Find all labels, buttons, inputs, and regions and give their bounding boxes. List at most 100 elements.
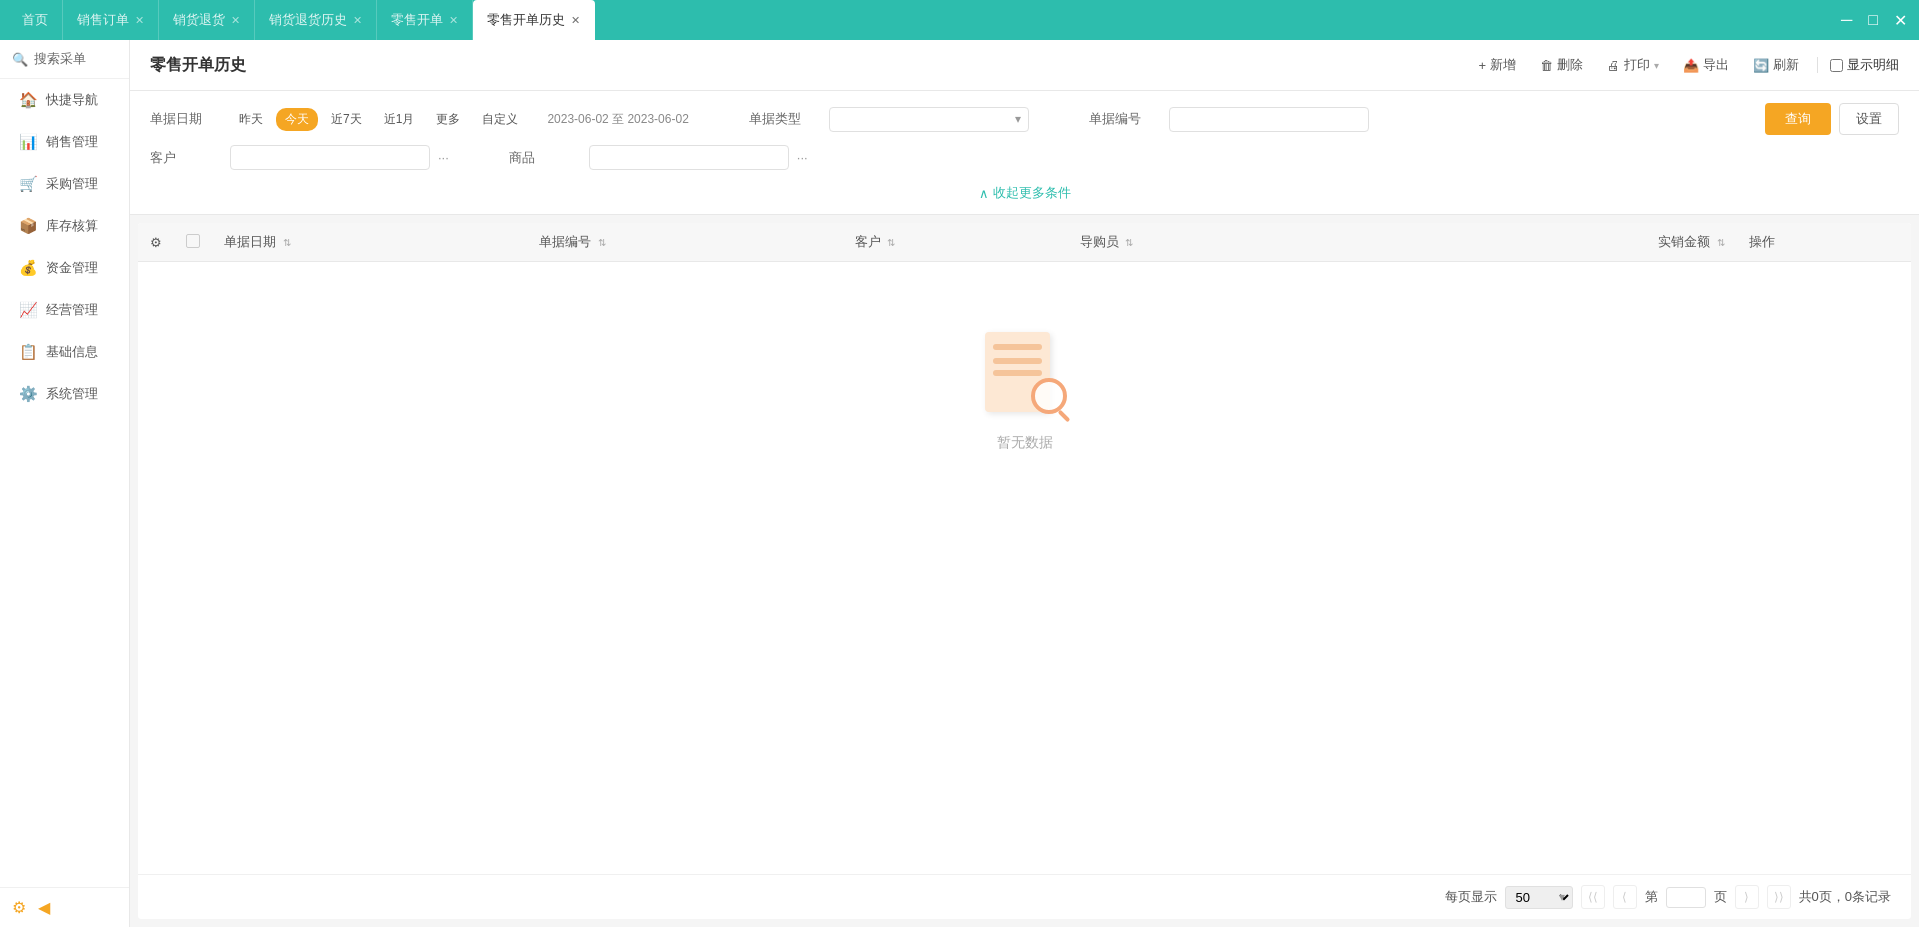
sidebar-collapse-icon[interactable]: ◀ [38,898,50,917]
sort-doc-date-icon[interactable]: ⇅ [283,237,291,248]
purchase-mgmt-icon: 🛒 [19,175,38,193]
sidebar-item-basic-info[interactable]: 📋 基础信息 [0,331,129,373]
sidebar-item-quick-nav[interactable]: 🏠 快捷导航 [0,79,129,121]
filter-row-date: 单据日期 昨天 今天 近7天 近1月 更多 自定义 2023-06-02 至 2… [150,103,1899,135]
tab-retail-open[interactable]: 零售开单 ✕ [377,0,473,40]
content-area: 零售开单历史 + 新增 🗑 删除 🖨 打印 ▾ 📤 导出 [130,40,1919,927]
print-dropdown-icon: ▾ [1654,60,1659,71]
sales-mgmt-icon: 📊 [19,133,38,151]
sidebar: 🔍 搜索采单 🏠 快捷导航 📊 销售管理 🛒 采购管理 📦 库存核算 💰 资金管… [0,40,130,927]
tab-retail-open-history-close[interactable]: ✕ [571,14,580,27]
date-btn-7days[interactable]: 近7天 [322,108,371,131]
doc-no-input[interactable] [1169,107,1369,132]
page-title: 零售开单历史 [150,55,246,76]
add-button[interactable]: + 新增 [1472,52,1522,78]
refresh-button[interactable]: 🔄 刷新 [1747,52,1805,78]
prev-page-button[interactable]: ⟨ [1613,885,1637,909]
goods-input[interactable] [589,145,789,170]
sort-customer-icon[interactable]: ⇅ [887,237,895,248]
collapse-row: ∧ 收起更多条件 [150,180,1899,202]
print-button[interactable]: 🖨 打印 ▾ [1601,52,1665,78]
inventory-icon: 📦 [19,217,38,235]
display-detail-toggle[interactable]: 显示明细 [1830,56,1899,74]
tab-retail-open-history[interactable]: 零售开单历史 ✕ [473,0,595,40]
th-spacer [1338,223,1422,262]
tab-sales-return-history[interactable]: 销货退货历史 ✕ [255,0,377,40]
delete-icon: 🗑 [1540,58,1553,73]
minimize-button[interactable]: ─ [1837,7,1856,33]
empty-illustration [975,322,1075,422]
date-range-display: 2023-06-02 至 2023-06-02 [547,111,688,128]
sidebar-item-system[interactable]: ⚙️ 系统管理 [0,373,129,415]
customer-more-icon[interactable]: ··· [438,150,449,165]
table-section: ⚙ 单据日期 ⇅ 单据编号 ⇅ [138,223,1911,919]
add-icon: + [1478,58,1486,73]
table-container: ⚙ 单据日期 ⇅ 单据编号 ⇅ [138,223,1911,874]
column-settings-icon[interactable]: ⚙ [150,235,162,250]
sort-doc-no-icon[interactable]: ⇅ [598,237,606,248]
date-btn-today[interactable]: 今天 [276,108,318,131]
tab-home[interactable]: 首页 [8,0,63,40]
first-page-button[interactable]: ⟨⟨ [1581,885,1605,909]
finance-icon: 💰 [19,259,38,277]
select-all-checkbox[interactable] [186,234,200,248]
date-btn-1month[interactable]: 近1月 [375,108,424,131]
doc-no-label: 单据编号 [1089,110,1149,128]
tab-sales-return[interactable]: 销货退货 ✕ [159,0,255,40]
sidebar-search[interactable]: 🔍 搜索采单 [0,40,129,79]
collapse-button[interactable]: ∧ 收起更多条件 [979,184,1071,202]
sidebar-item-operations[interactable]: 📈 经营管理 [0,289,129,331]
sidebar-item-sales-mgmt[interactable]: 📊 销售管理 [0,121,129,163]
collapse-up-icon: ∧ [979,186,989,201]
date-btn-more[interactable]: 更多 [427,108,469,131]
refresh-icon: 🔄 [1753,58,1769,73]
sidebar-item-purchase-mgmt[interactable]: 🛒 采购管理 [0,163,129,205]
th-doc-no: 单据编号 ⇅ [527,223,842,262]
filter-panel: 单据日期 昨天 今天 近7天 近1月 更多 自定义 2023-06-02 至 2… [130,91,1919,215]
search-button[interactable]: 查询 [1765,103,1831,135]
display-detail-checkbox[interactable] [1830,59,1843,72]
filter-row-customer: 客户 ··· 商品 ··· [150,145,1899,170]
tab-sales-return-history-close[interactable]: ✕ [353,14,362,27]
empty-search-handle [1057,410,1070,423]
sort-salesperson-icon[interactable]: ⇅ [1125,237,1133,248]
date-quick-btns: 昨天 今天 近7天 近1月 更多 自定义 [230,108,527,131]
date-btn-yesterday[interactable]: 昨天 [230,108,272,131]
date-btn-custom[interactable]: 自定义 [473,108,527,131]
goods-more-icon[interactable]: ··· [797,150,808,165]
quick-nav-icon: 🏠 [19,91,38,109]
th-customer: 客户 ⇅ [843,223,1068,262]
customer-label: 客户 [150,149,210,167]
last-page-button[interactable]: ⟩⟩ [1767,885,1791,909]
per-page-select[interactable]: 10 20 50 100 [1505,886,1573,909]
close-button[interactable]: ✕ [1890,7,1911,34]
window-controls: ─ □ ✕ [1837,7,1911,34]
sidebar-settings-icon[interactable]: ⚙ [12,898,26,917]
sidebar-item-finance[interactable]: 💰 资金管理 [0,247,129,289]
tab-retail-open-close[interactable]: ✕ [449,14,458,27]
sidebar-item-inventory[interactable]: 📦 库存核算 [0,205,129,247]
empty-state: 暂无数据 [138,262,1911,512]
tab-sales-order-close[interactable]: ✕ [135,14,144,27]
doc-type-select[interactable] [829,107,1029,132]
export-button[interactable]: 📤 导出 [1677,52,1735,78]
tab-sales-return-close[interactable]: ✕ [231,14,240,27]
operations-icon: 📈 [19,301,38,319]
th-checkbox [174,223,212,262]
page-input[interactable]: 1 [1666,887,1706,908]
main-table: ⚙ 单据日期 ⇅ 单据编号 ⇅ [138,223,1911,262]
doc-type-select-wrapper [829,107,1029,132]
maximize-button[interactable]: □ [1864,7,1882,33]
next-page-button[interactable]: ⟩ [1735,885,1759,909]
per-page-select-wrapper: 10 20 50 100 [1505,886,1573,909]
tab-sales-order[interactable]: 销售订单 ✕ [63,0,159,40]
th-salesperson: 导购员 ⇅ [1068,223,1338,262]
date-filter-label: 单据日期 [150,110,210,128]
sort-amount-icon[interactable]: ⇅ [1717,237,1725,248]
customer-input[interactable] [230,145,430,170]
total-info: 共0页，0条记录 [1799,888,1891,906]
customer-input-wrapper: ··· [230,145,449,170]
delete-button[interactable]: 🗑 删除 [1534,52,1589,78]
system-icon: ⚙️ [19,385,38,403]
settings-button[interactable]: 设置 [1839,103,1899,135]
